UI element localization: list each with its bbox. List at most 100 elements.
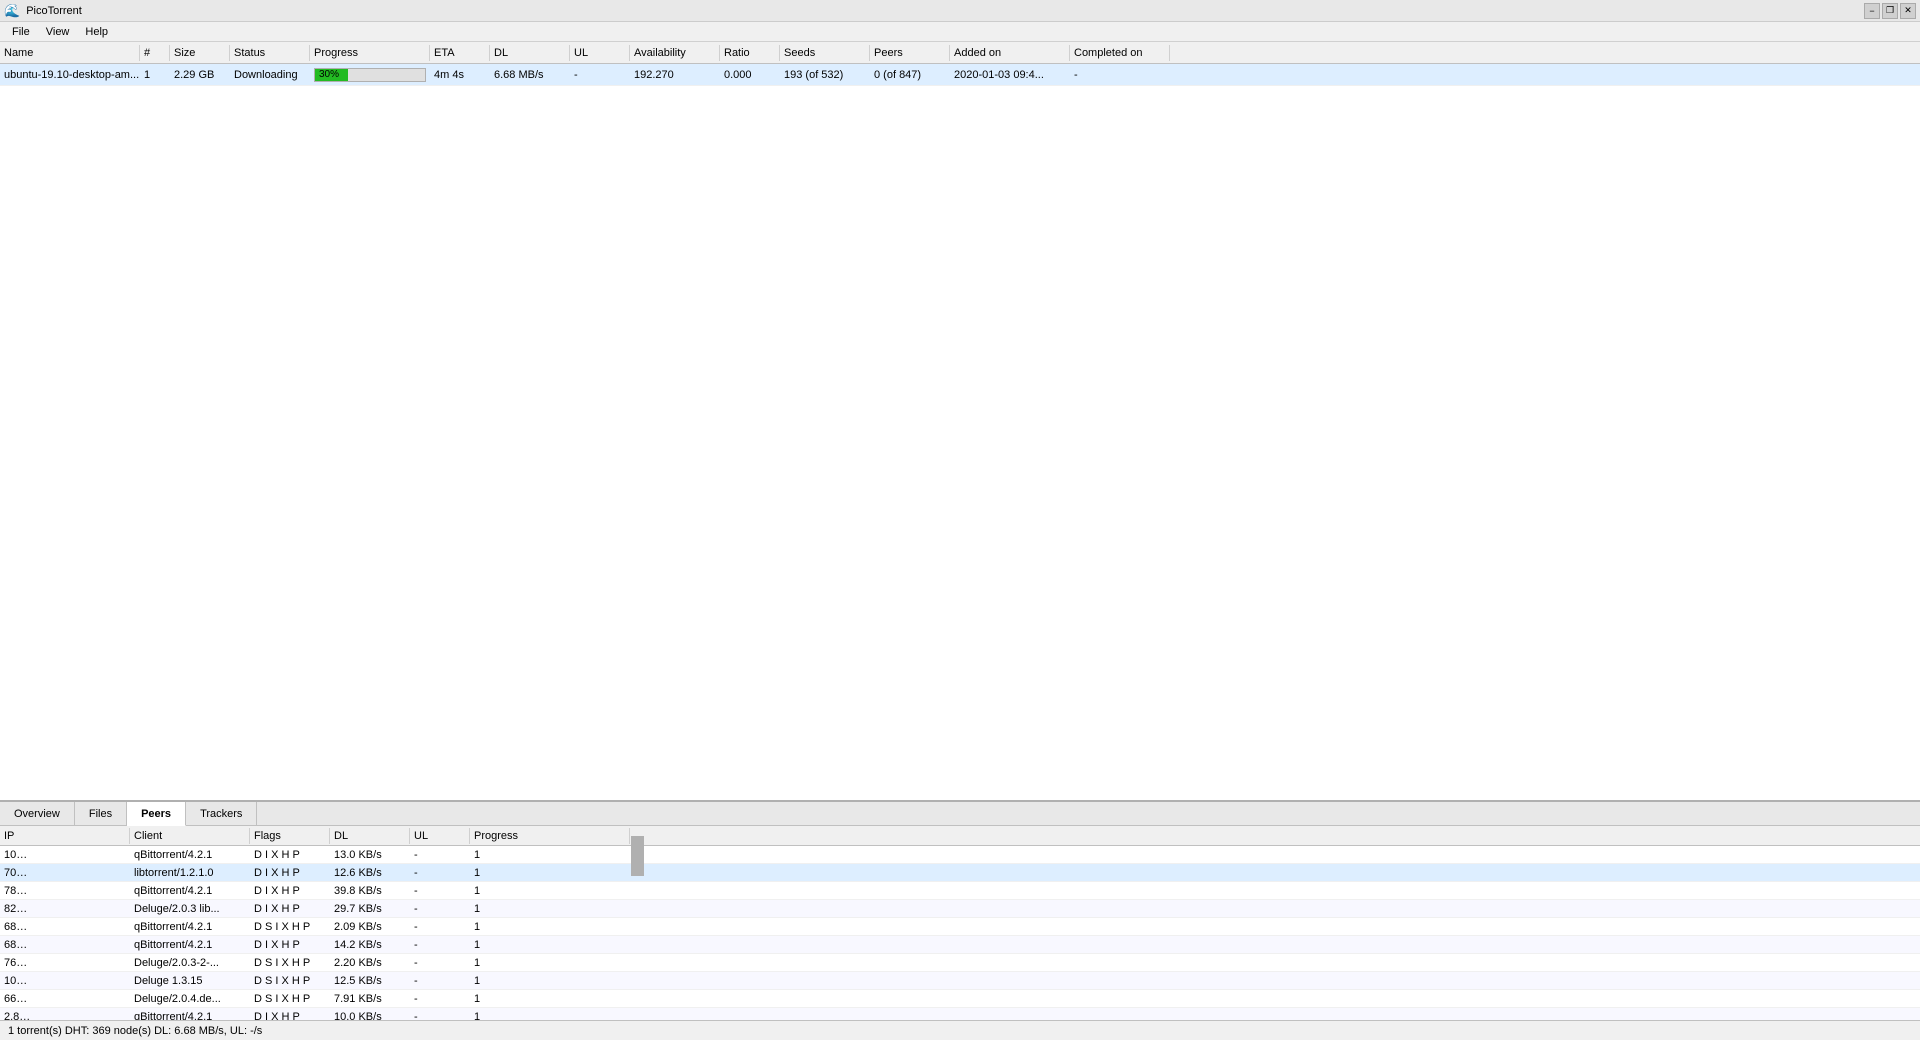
peer-client: qBittorrent/4.2.1 bbox=[130, 938, 250, 952]
peer-ul: - bbox=[410, 1010, 470, 1021]
torrent-hash: 1 bbox=[140, 67, 170, 83]
tab-files[interactable]: Files bbox=[75, 802, 127, 825]
torrent-ratio: 0.000 bbox=[720, 67, 780, 83]
tab-peers[interactable]: Peers bbox=[127, 802, 186, 826]
peer-ul: - bbox=[410, 938, 470, 952]
peer-dl: 13.0 KB/s bbox=[330, 848, 410, 862]
list-item[interactable]: 70… libtorrent/1.2.1.0 D I X H P 12.6 KB… bbox=[0, 864, 1920, 882]
peers-col-flags[interactable]: Flags bbox=[250, 828, 330, 844]
list-item[interactable]: 68… qBittorrent/4.2.1 D S I X H P 2.09 K… bbox=[0, 918, 1920, 936]
col-header-ul[interactable]: UL bbox=[570, 45, 630, 61]
progress-bar-container: 30% bbox=[314, 68, 426, 82]
col-header-size[interactable]: Size bbox=[170, 45, 230, 61]
torrent-peers: 0 (of 847) bbox=[870, 67, 950, 83]
app-icon: 🌊 bbox=[4, 3, 20, 19]
list-item[interactable]: 76… Deluge/2.0.3-2-... D S I X H P 2.20 … bbox=[0, 954, 1920, 972]
col-header-dl[interactable]: DL bbox=[490, 45, 570, 61]
torrent-size: 2.29 GB bbox=[170, 67, 230, 83]
peer-client: qBittorrent/4.2.1 bbox=[130, 920, 250, 934]
peer-dl: 2.20 KB/s bbox=[330, 956, 410, 970]
col-header-ratio[interactable]: Ratio bbox=[720, 45, 780, 61]
peers-scrollbar-thumb[interactable] bbox=[631, 836, 644, 876]
peers-col-ul[interactable]: UL bbox=[410, 828, 470, 844]
title-bar: 🌊 PicoTorrent − ❐ ✕ bbox=[0, 0, 1920, 22]
peer-ip: 68… bbox=[0, 920, 130, 934]
col-header-progress[interactable]: Progress bbox=[310, 45, 430, 61]
peers-col-ip[interactable]: IP bbox=[0, 828, 130, 844]
peer-client: Deluge/2.0.4.de... bbox=[130, 992, 250, 1006]
peer-dl: 7.91 KB/s bbox=[330, 992, 410, 1006]
restore-button[interactable]: ❐ bbox=[1882, 3, 1898, 19]
torrent-column-headers: Name # Size Status Progress ETA DL UL Av… bbox=[0, 42, 1920, 64]
peer-flags: D I X H P bbox=[250, 902, 330, 916]
peer-ul: - bbox=[410, 902, 470, 916]
peer-ul: - bbox=[410, 920, 470, 934]
peer-dl: 12.6 KB/s bbox=[330, 866, 410, 880]
peer-progress: 1 bbox=[470, 884, 630, 898]
list-item[interactable]: 2.8… qBittorrent/4.2.1 D I X H P 10.0 KB… bbox=[0, 1008, 1920, 1020]
peer-ul: - bbox=[410, 992, 470, 1006]
peer-ip: 82… bbox=[0, 902, 130, 916]
minimize-button[interactable]: − bbox=[1864, 3, 1880, 19]
peer-flags: D I X H P bbox=[250, 884, 330, 898]
peer-dl: 14.2 KB/s bbox=[330, 938, 410, 952]
peer-flags: D S I X H P bbox=[250, 974, 330, 988]
peers-column-headers: IP Client Flags DL UL Progress bbox=[0, 826, 1920, 846]
list-item[interactable]: 82… Deluge/2.0.3 lib... D I X H P 29.7 K… bbox=[0, 900, 1920, 918]
title-bar-left: 🌊 PicoTorrent bbox=[4, 3, 82, 19]
list-item[interactable]: 66… Deluge/2.0.4.de... D S I X H P 7.91 … bbox=[0, 990, 1920, 1008]
peer-client: qBittorrent/4.2.1 bbox=[130, 848, 250, 862]
torrent-availability: 192.270 bbox=[630, 67, 720, 83]
peer-ul: - bbox=[410, 866, 470, 880]
col-header-name[interactable]: Name bbox=[0, 45, 140, 61]
list-item[interactable]: 10… Deluge 1.3.15 D S I X H P 12.5 KB/s … bbox=[0, 972, 1920, 990]
close-button[interactable]: ✕ bbox=[1900, 3, 1916, 19]
detail-tabs: Overview Files Peers Trackers bbox=[0, 802, 1920, 826]
peer-client: qBittorrent/4.2.1 bbox=[130, 884, 250, 898]
peers-col-client[interactable]: Client bbox=[130, 828, 250, 844]
peers-col-progress[interactable]: Progress bbox=[470, 828, 630, 844]
col-header-eta[interactable]: ETA bbox=[430, 45, 490, 61]
menu-view[interactable]: View bbox=[38, 24, 78, 40]
peer-flags: D S I X H P bbox=[250, 956, 330, 970]
tab-trackers[interactable]: Trackers bbox=[186, 802, 257, 825]
peer-ul: - bbox=[410, 956, 470, 970]
tab-overview[interactable]: Overview bbox=[0, 802, 75, 825]
torrent-eta: 4m 4s bbox=[430, 67, 490, 83]
peer-flags: D I X H P bbox=[250, 1010, 330, 1021]
torrent-completed: - bbox=[1070, 67, 1170, 83]
peer-flags: D S I X H P bbox=[250, 992, 330, 1006]
title-bar-title: PicoTorrent bbox=[26, 5, 82, 17]
col-header-completed[interactable]: Completed on bbox=[1070, 45, 1170, 61]
col-header-status[interactable]: Status bbox=[230, 45, 310, 61]
peer-dl: 29.7 KB/s bbox=[330, 902, 410, 916]
col-header-hash[interactable]: # bbox=[140, 45, 170, 61]
col-header-peers[interactable]: Peers bbox=[870, 45, 950, 61]
peer-client: libtorrent/1.2.1.0 bbox=[130, 866, 250, 880]
col-header-seeds[interactable]: Seeds bbox=[780, 45, 870, 61]
peer-ip: 66… bbox=[0, 992, 130, 1006]
peer-progress: 1 bbox=[470, 974, 630, 988]
col-header-added[interactable]: Added on bbox=[950, 45, 1070, 61]
list-item[interactable]: 68… qBittorrent/4.2.1 D I X H P 14.2 KB/… bbox=[0, 936, 1920, 954]
peer-ip: 10… bbox=[0, 974, 130, 988]
table-row[interactable]: ubuntu-19.10-desktop-am... 1 2.29 GB Dow… bbox=[0, 64, 1920, 86]
peer-progress: 1 bbox=[470, 848, 630, 862]
peers-col-dl[interactable]: DL bbox=[330, 828, 410, 844]
menu-help[interactable]: Help bbox=[77, 24, 116, 40]
status-bar: 1 torrent(s) DHT: 369 node(s) DL: 6.68 M… bbox=[0, 1020, 1920, 1040]
menu-file[interactable]: File bbox=[4, 24, 38, 40]
peer-flags: D S I X H P bbox=[250, 920, 330, 934]
peer-ip: 70… bbox=[0, 866, 130, 880]
peer-client: Deluge/2.0.3 lib... bbox=[130, 902, 250, 916]
list-item[interactable]: 78… qBittorrent/4.2.1 D I X H P 39.8 KB/… bbox=[0, 882, 1920, 900]
peer-dl: 12.5 KB/s bbox=[330, 974, 410, 988]
peer-dl: 39.8 KB/s bbox=[330, 884, 410, 898]
peer-client: qBittorrent/4.2.1 bbox=[130, 1010, 250, 1021]
torrent-dl: 6.68 MB/s bbox=[490, 67, 570, 83]
peer-progress: 1 bbox=[470, 866, 630, 880]
list-item[interactable]: 10… qBittorrent/4.2.1 D I X H P 13.0 KB/… bbox=[0, 846, 1920, 864]
peer-flags: D I X H P bbox=[250, 938, 330, 952]
col-header-availability[interactable]: Availability bbox=[630, 45, 720, 61]
peer-client: Deluge/2.0.3-2-... bbox=[130, 956, 250, 970]
